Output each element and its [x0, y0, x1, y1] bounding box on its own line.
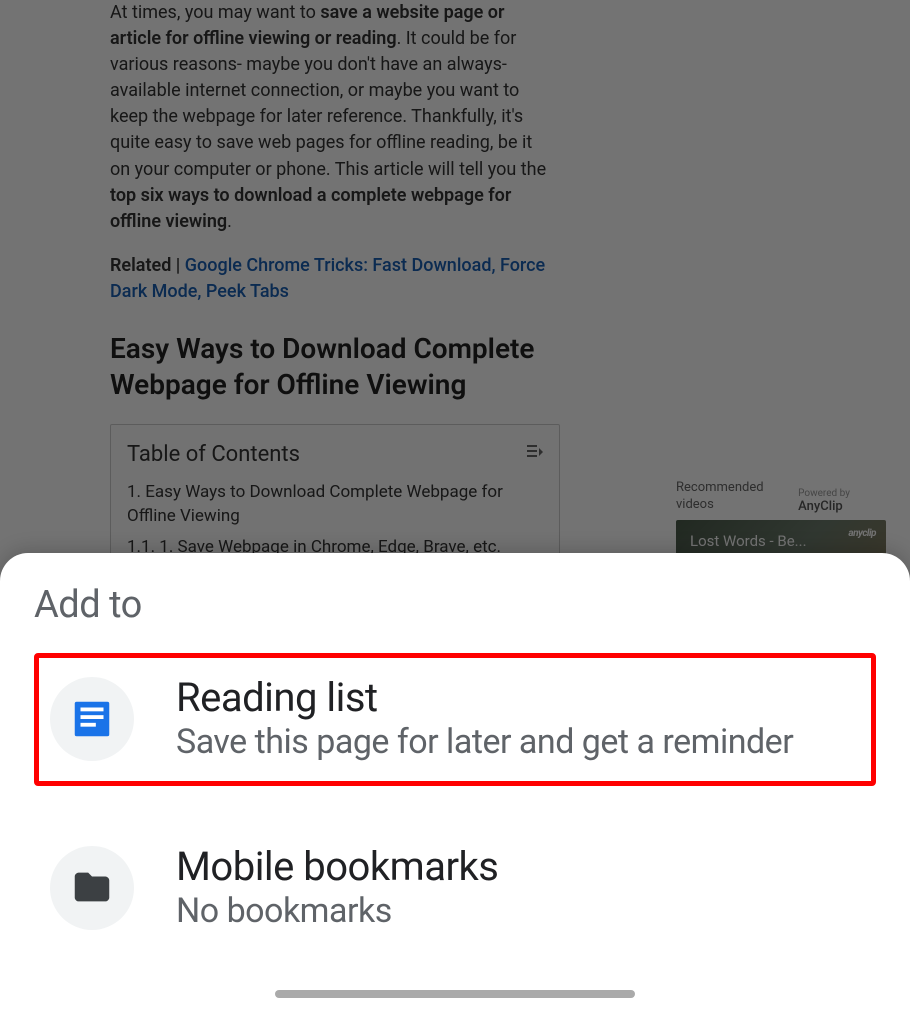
option-subtitle: Save this page for later and get a remin…	[176, 721, 860, 764]
add-to-sheet: Add to Reading list Save this page for l…	[0, 553, 910, 1024]
option-subtitle: No bookmarks	[176, 890, 860, 933]
option-reading-list[interactable]: Reading list Save this page for later an…	[34, 653, 876, 786]
option-title: Reading list	[176, 675, 860, 721]
folder-icon	[50, 846, 134, 930]
option-title: Mobile bookmarks	[176, 844, 860, 890]
reading-list-icon	[50, 677, 134, 761]
option-mobile-bookmarks[interactable]: Mobile bookmarks No bookmarks	[34, 822, 876, 955]
sheet-title: Add to	[34, 583, 876, 627]
home-indicator[interactable]	[275, 990, 635, 998]
